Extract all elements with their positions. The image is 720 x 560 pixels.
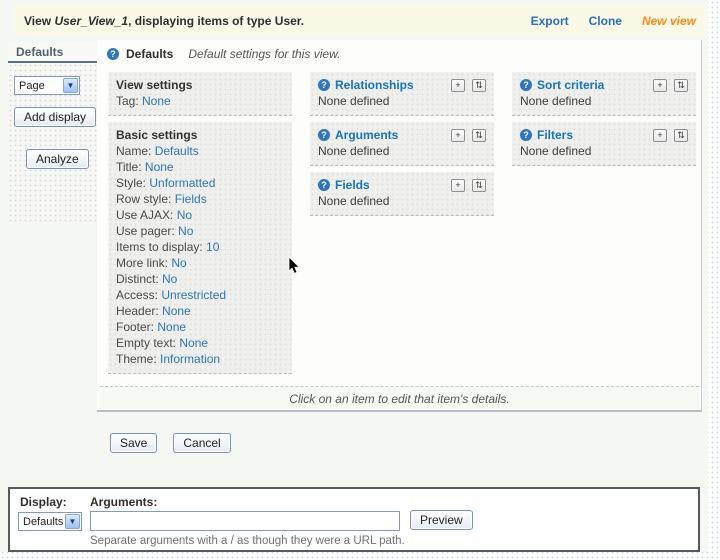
help-icon[interactable]: ? <box>520 129 532 141</box>
setting-row-header: Header: None <box>116 304 191 318</box>
edit-hint: Click on an item to edit that item's det… <box>100 386 699 410</box>
display-tabs-sidebar: Defaults Page ▼ Add display Analyze <box>8 42 97 221</box>
setting-row-name: Name: Defaults <box>116 144 199 158</box>
display-header-subtitle: Default settings for this view. <box>188 47 341 61</box>
preview-display-selected-value: Defaults <box>23 515 64 528</box>
setting-row-tag: Tag: None <box>116 94 171 108</box>
display-settings-panel: ? Defaults Default settings for this vie… <box>97 40 702 412</box>
sort-criteria-title-link[interactable]: Sort criteria <box>537 77 604 93</box>
analyze-button[interactable]: Analyze <box>26 149 89 169</box>
header-value-link[interactable]: None <box>162 304 191 318</box>
arguments-input[interactable] <box>90 511 400 531</box>
rearrange-icon-button[interactable]: ⇅ <box>674 128 688 142</box>
name-value-link[interactable]: Defaults <box>155 144 199 158</box>
title-value-link[interactable]: None <box>145 160 174 174</box>
tag-value-link[interactable]: None <box>142 94 171 108</box>
setting-row-footer: Footer: None <box>116 320 187 334</box>
view-title-bar: View User_View_1, displaying items of ty… <box>14 5 706 36</box>
sort-criteria-empty-text: None defined <box>520 94 592 108</box>
basic-settings-box: Basic settings Name: Defaults Title: Non… <box>108 122 292 374</box>
relationships-title-link[interactable]: Relationships <box>335 77 414 93</box>
filters-box: ? Filters + ⇅ None defined <box>512 122 696 166</box>
preview-display-select[interactable]: Defaults ▼ <box>18 512 82 531</box>
display-type-select[interactable]: Page ▼ <box>14 76 80 95</box>
items-to-display-value-link[interactable]: 10 <box>206 240 219 254</box>
cancel-button[interactable]: Cancel <box>173 433 231 453</box>
add-display-button[interactable]: Add display <box>14 107 97 127</box>
style-value-link[interactable]: Unformatted <box>149 176 215 190</box>
relationships-box: ? Relationships + ⇅ None defined <box>310 72 494 116</box>
view-name: User_View_1 <box>54 13 129 28</box>
arguments-empty-text: None defined <box>318 144 390 158</box>
help-icon[interactable]: ? <box>318 129 330 141</box>
setting-row-row-style: Row style: Fields <box>116 192 207 206</box>
arguments-box: ? Arguments + ⇅ None defined <box>310 122 494 166</box>
help-icon[interactable]: ? <box>520 79 532 91</box>
use-ajax-value-link[interactable]: No <box>177 208 192 222</box>
setting-row-use-ajax: Use AJAX: No <box>116 208 193 222</box>
fields-box: ? Fields + ⇅ None defined <box>310 172 494 216</box>
setting-row-more-link: More link: No <box>116 256 187 270</box>
rearrange-icon-button[interactable]: ⇅ <box>472 128 486 142</box>
display-header: ? Defaults Default settings for this vie… <box>97 40 701 61</box>
arguments-help-text: Separate arguments with a / as though th… <box>90 535 405 547</box>
setting-row-style: Style: Unformatted <box>116 176 216 190</box>
setting-row-distinct: Distinct: No <box>116 272 178 286</box>
filters-empty-text: None defined <box>520 144 592 158</box>
setting-row-empty-text: Empty text: None <box>116 336 209 350</box>
setting-row-theme: Theme: Information <box>116 352 221 366</box>
access-value-link[interactable]: Unrestricted <box>161 288 226 302</box>
add-icon-button[interactable]: + <box>451 178 465 192</box>
help-icon[interactable]: ? <box>318 179 330 191</box>
fields-empty-text: None defined <box>318 194 390 208</box>
empty-text-value-link[interactable]: None <box>179 336 208 350</box>
chevron-down-icon: ▼ <box>63 78 78 93</box>
theme-value-link[interactable]: Information <box>160 352 220 366</box>
setting-row-access: Access: Unrestricted <box>116 288 227 302</box>
distinct-value-link[interactable]: No <box>162 272 177 286</box>
add-icon-button[interactable]: + <box>451 128 465 142</box>
new-view-link[interactable]: New view <box>642 14 696 28</box>
save-button[interactable]: Save <box>110 433 158 453</box>
display-header-title: Defaults <box>126 47 174 61</box>
arguments-label: Arguments: <box>90 495 158 509</box>
sidebar-body: Page ▼ Add display Analyze <box>8 63 97 221</box>
page-title: View User_View_1, displaying items of ty… <box>24 13 305 28</box>
display-label: Display: <box>20 495 67 509</box>
help-icon[interactable]: ? <box>318 79 330 91</box>
live-preview-panel: Display: Arguments: Defaults ▼ Preview S… <box>8 487 700 552</box>
export-link[interactable]: Export <box>531 14 569 28</box>
rearrange-icon-button[interactable]: ⇅ <box>472 178 486 192</box>
view-settings-box: View settings Tag: None <box>108 72 292 116</box>
rearrange-icon-button[interactable]: ⇅ <box>472 78 486 92</box>
relationships-empty-text: None defined <box>318 94 390 108</box>
basic-settings-title: Basic settings <box>116 128 198 142</box>
display-type-selected-value: Page <box>19 79 45 92</box>
clone-link[interactable]: Clone <box>589 14 622 28</box>
more-link-value-link[interactable]: No <box>171 256 186 270</box>
setting-row-use-pager: Use pager: No <box>116 224 194 238</box>
add-icon-button[interactable]: + <box>653 78 667 92</box>
help-icon[interactable]: ? <box>107 48 119 60</box>
sort-criteria-box: ? Sort criteria + ⇅ None defined <box>512 72 696 116</box>
rearrange-icon-button[interactable]: ⇅ <box>674 78 688 92</box>
add-icon-button[interactable]: + <box>451 78 465 92</box>
arguments-title-link[interactable]: Arguments <box>335 127 398 143</box>
use-pager-value-link[interactable]: No <box>178 224 193 238</box>
setting-row-items-to-display: Items to display: 10 <box>116 240 220 254</box>
filters-title-link[interactable]: Filters <box>537 127 573 143</box>
tab-defaults[interactable]: Defaults <box>8 42 97 63</box>
footer-value-link[interactable]: None <box>157 320 186 334</box>
preview-button[interactable]: Preview <box>410 510 473 530</box>
chevron-down-icon: ▼ <box>65 514 80 529</box>
setting-row-title: Title: None <box>116 160 174 174</box>
form-actions: Save Cancel <box>110 433 231 453</box>
add-icon-button[interactable]: + <box>653 128 667 142</box>
fields-title-link[interactable]: Fields <box>335 177 370 193</box>
view-settings-title: View settings <box>116 78 193 92</box>
row-style-value-link[interactable]: Fields <box>175 192 207 206</box>
